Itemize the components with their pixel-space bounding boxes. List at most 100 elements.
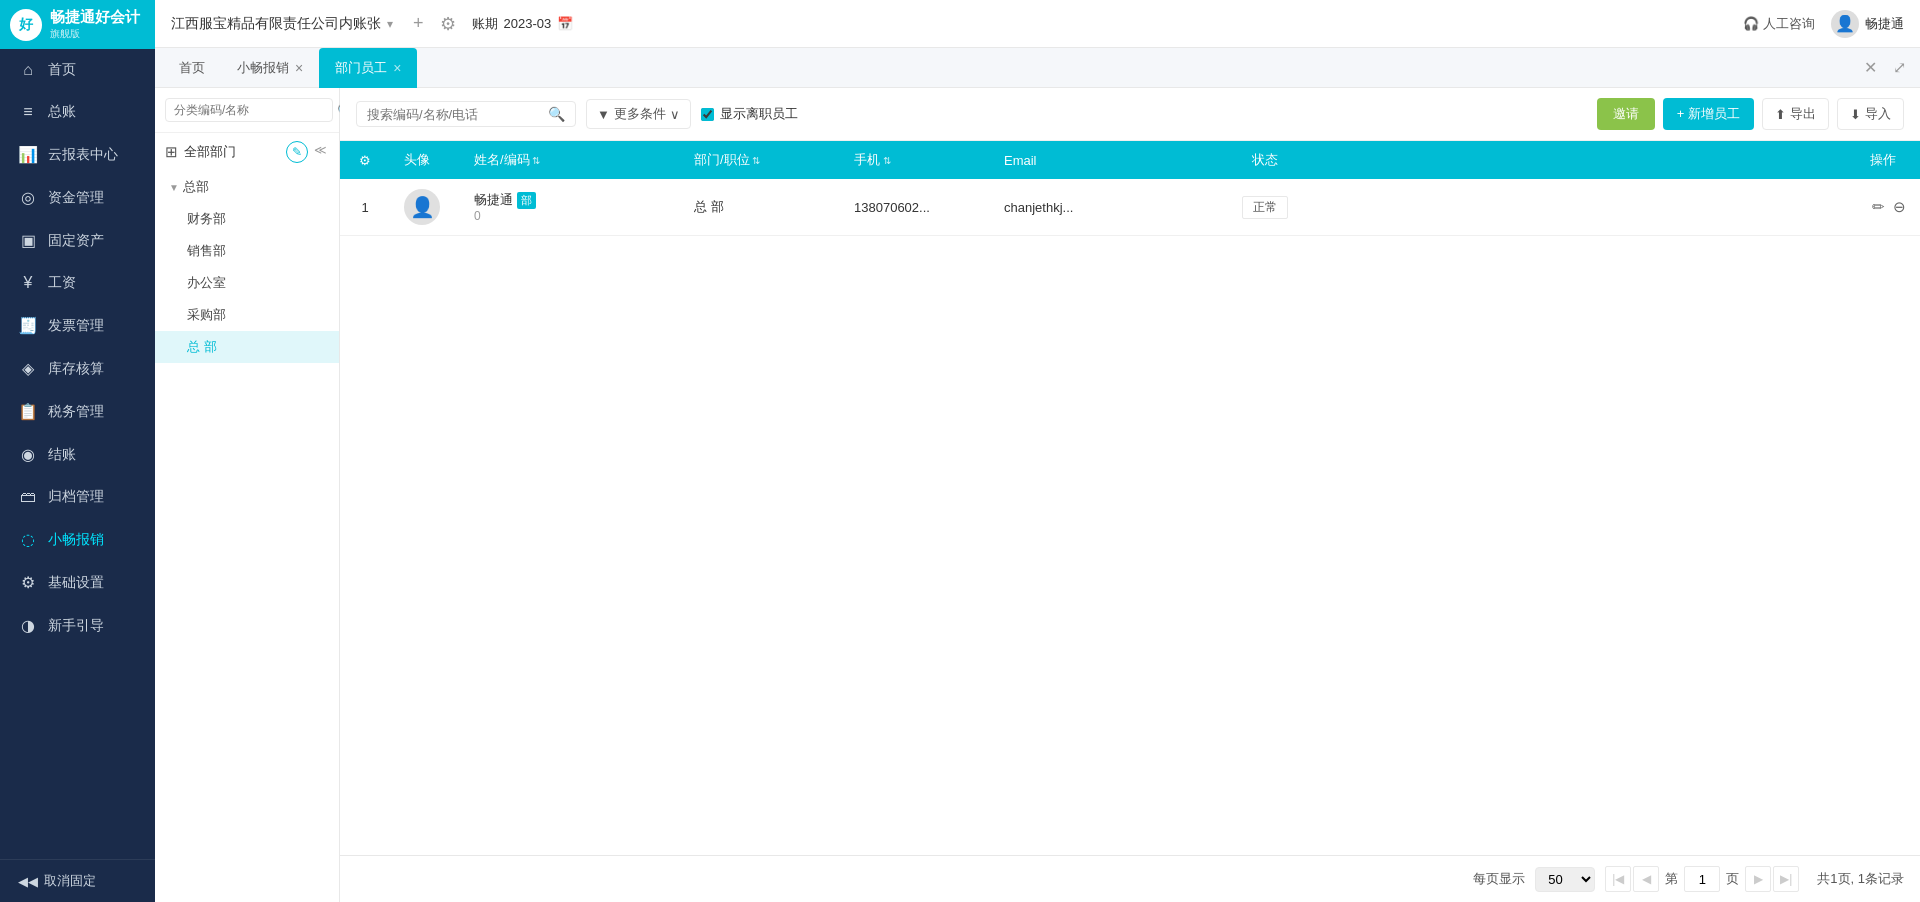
- col-avatar: 头像: [390, 141, 460, 179]
- sidebar-item-tax[interactable]: 📋 税务管理: [0, 390, 155, 433]
- dept-edit-button[interactable]: ✎: [286, 141, 308, 163]
- sidebar-item-archive[interactable]: 🗃 归档管理: [0, 476, 155, 518]
- add-account-button[interactable]: +: [405, 9, 432, 38]
- tab-dept-close[interactable]: ×: [393, 61, 401, 75]
- archive-icon: 🗃: [18, 488, 38, 506]
- dept-item-general-dept[interactable]: 总 部: [155, 331, 339, 363]
- tax-icon: 📋: [18, 402, 38, 421]
- tab-dept-employee[interactable]: 部门员工 ×: [319, 48, 417, 88]
- home-icon: ⌂: [18, 61, 38, 79]
- employee-dept-badge: 部: [517, 192, 536, 209]
- page-input[interactable]: [1684, 866, 1720, 892]
- col-phone[interactable]: 手机: [840, 141, 990, 179]
- export-button[interactable]: ⬆ 导出: [1762, 98, 1829, 130]
- employee-panel: 🔍 ▼ 更多条件 ∨ 显示离职员工 邀请 + 新增员工 ⬆ 导出: [340, 88, 1920, 902]
- show-resigned-input[interactable]: [701, 108, 714, 121]
- row-phone: 138070602...: [840, 179, 990, 236]
- last-page-button[interactable]: ▶|: [1773, 866, 1799, 892]
- employee-search-icon[interactable]: 🔍: [548, 106, 565, 122]
- employee-search-box: 🔍: [356, 101, 576, 127]
- first-page-button[interactable]: |◀: [1605, 866, 1631, 892]
- show-resigned-checkbox[interactable]: 显示离职员工: [701, 105, 798, 123]
- sidebar-item-guide[interactable]: ◑ 新手引导: [0, 604, 155, 647]
- per-page-select[interactable]: 50 10 20 100: [1535, 867, 1595, 892]
- row-email: chanjethkj...: [990, 179, 1190, 236]
- company-arrow-icon: ▾: [387, 17, 393, 31]
- account-settings-icon[interactable]: ⚙: [440, 13, 456, 35]
- prev-page-button[interactable]: ◀: [1633, 866, 1659, 892]
- dept-tree: ▼ 总部 财务部 销售部 办公室 采购部 总 部: [155, 171, 339, 902]
- settings-icon: ⚙: [18, 573, 38, 592]
- period-selector[interactable]: 账期 2023-03 📅: [472, 15, 574, 33]
- toolbar-right-actions: 邀请 + 新增员工 ⬆ 导出 ⬇ 导入: [1597, 98, 1904, 130]
- tab-xiaochang[interactable]: 小畅报销 ×: [221, 48, 319, 88]
- dept-search-input[interactable]: [165, 98, 333, 122]
- tab-xiaochang-close[interactable]: ×: [295, 61, 303, 75]
- table-row: 1 👤 畅捷通 部 0 总 部: [340, 179, 1920, 236]
- tab-home[interactable]: 首页: [163, 48, 221, 88]
- calendar-icon[interactable]: 📅: [557, 16, 573, 31]
- sidebar-item-assets[interactable]: ◎ 资金管理: [0, 176, 155, 219]
- col-action: 操作: [1340, 141, 1920, 179]
- salary-icon: ¥: [18, 274, 38, 292]
- user-menu[interactable]: 👤 畅捷通: [1831, 10, 1904, 38]
- import-button[interactable]: ⬇ 导入: [1837, 98, 1904, 130]
- col-name[interactable]: 姓名/编码: [460, 141, 680, 179]
- assets-icon: ◎: [18, 188, 38, 207]
- sidebar-item-invoice[interactable]: 🧾 发票管理: [0, 304, 155, 347]
- dept-expand-icon: ▼: [169, 182, 179, 193]
- avatar: 👤: [404, 189, 440, 225]
- consult-button[interactable]: 🎧 人工咨询: [1743, 15, 1815, 33]
- more-filter-button[interactable]: ▼ 更多条件 ∨: [586, 99, 691, 129]
- dept-item-office[interactable]: 办公室: [155, 267, 339, 299]
- all-dept-header[interactable]: ⊞ 全部部门 ✎ ≪: [155, 133, 339, 171]
- sidebar-item-label: 首页: [48, 61, 76, 79]
- sidebar-item-fixed[interactable]: ▣ 固定资产: [0, 219, 155, 262]
- period-label: 账期: [472, 15, 498, 33]
- employee-table-container: ⚙ 头像 姓名/编码 部门/职位 手机 Email 状态 操作 1: [340, 141, 1920, 855]
- employee-toolbar: 🔍 ▼ 更多条件 ∨ 显示离职员工 邀请 + 新增员工 ⬆ 导出: [340, 88, 1920, 141]
- fixed-icon: ▣: [18, 231, 38, 250]
- row-num: 1: [340, 179, 390, 236]
- invite-button[interactable]: 邀请: [1597, 98, 1655, 130]
- dept-search-area: 🔍: [155, 88, 339, 133]
- next-page-button[interactable]: ▶: [1745, 866, 1771, 892]
- xiaochang-icon: ◌: [18, 530, 38, 549]
- tab-home-label: 首页: [179, 59, 205, 77]
- sidebar-item-checkout[interactable]: ◉ 结账: [0, 433, 155, 476]
- dept-item-general[interactable]: ▼ 总部: [155, 171, 339, 203]
- inventory-icon: ◈: [18, 359, 38, 378]
- company-name: 江西服宝精品有限责任公司内账张: [171, 15, 381, 33]
- topbar: 江西服宝精品有限责任公司内账张 ▾ + ⚙ 账期 2023-03 📅 🎧 人工咨…: [155, 0, 1920, 48]
- sidebar-item-ledger[interactable]: ≡ 总账: [0, 91, 155, 133]
- filter-icon: ▼: [597, 107, 610, 122]
- dept-item-sales[interactable]: 销售部: [155, 235, 339, 267]
- sidebar-item-reports[interactable]: 📊 云报表中心: [0, 133, 155, 176]
- employee-search-input[interactable]: [367, 107, 548, 122]
- dept-item-finance[interactable]: 财务部: [155, 203, 339, 235]
- department-panel: 🔍 ⊞ 全部部门 ✎ ≪ ▼ 总部 财务部 销售部: [155, 88, 340, 902]
- dept-collapse-button[interactable]: ≪: [312, 141, 329, 163]
- reports-icon: 📊: [18, 145, 38, 164]
- col-dept[interactable]: 部门/职位: [680, 141, 840, 179]
- sidebar-item-inventory[interactable]: ◈ 库存核算: [0, 347, 155, 390]
- sidebar-logo[interactable]: 好 畅捷通好会计 旗舰版: [0, 0, 155, 49]
- main-area: 江西服宝精品有限责任公司内账张 ▾ + ⚙ 账期 2023-03 📅 🎧 人工咨…: [155, 0, 1920, 902]
- company-selector[interactable]: 江西服宝精品有限责任公司内账张 ▾: [171, 15, 393, 33]
- add-employee-button[interactable]: + 新增员工: [1663, 98, 1754, 130]
- status-badge: 正常: [1242, 196, 1288, 219]
- delete-employee-button[interactable]: ⊖: [1893, 198, 1906, 216]
- logo-text: 畅捷通好会计: [50, 8, 140, 27]
- dept-item-purchase[interactable]: 采购部: [155, 299, 339, 331]
- sidebar-item-settings[interactable]: ⚙ 基础设置: [0, 561, 155, 604]
- sidebar-item-salary[interactable]: ¥ 工资: [0, 262, 155, 304]
- close-tab-button[interactable]: ✕: [1858, 56, 1883, 79]
- page-label: 第: [1665, 870, 1678, 888]
- cancel-fixed-button[interactable]: ◀◀ 取消固定: [0, 859, 155, 902]
- col-settings[interactable]: ⚙: [340, 141, 390, 179]
- edit-employee-button[interactable]: ✏: [1872, 198, 1885, 216]
- sidebar-item-xiaochang[interactable]: ◌ 小畅报销: [0, 518, 155, 561]
- expand-tab-button[interactable]: ⤢: [1887, 56, 1912, 79]
- sidebar-item-home[interactable]: ⌂ 首页: [0, 49, 155, 91]
- sidebar: 好 畅捷通好会计 旗舰版 ⌂ 首页 ≡ 总账 📊 云报表中心 ◎ 资金管理 ▣ …: [0, 0, 155, 902]
